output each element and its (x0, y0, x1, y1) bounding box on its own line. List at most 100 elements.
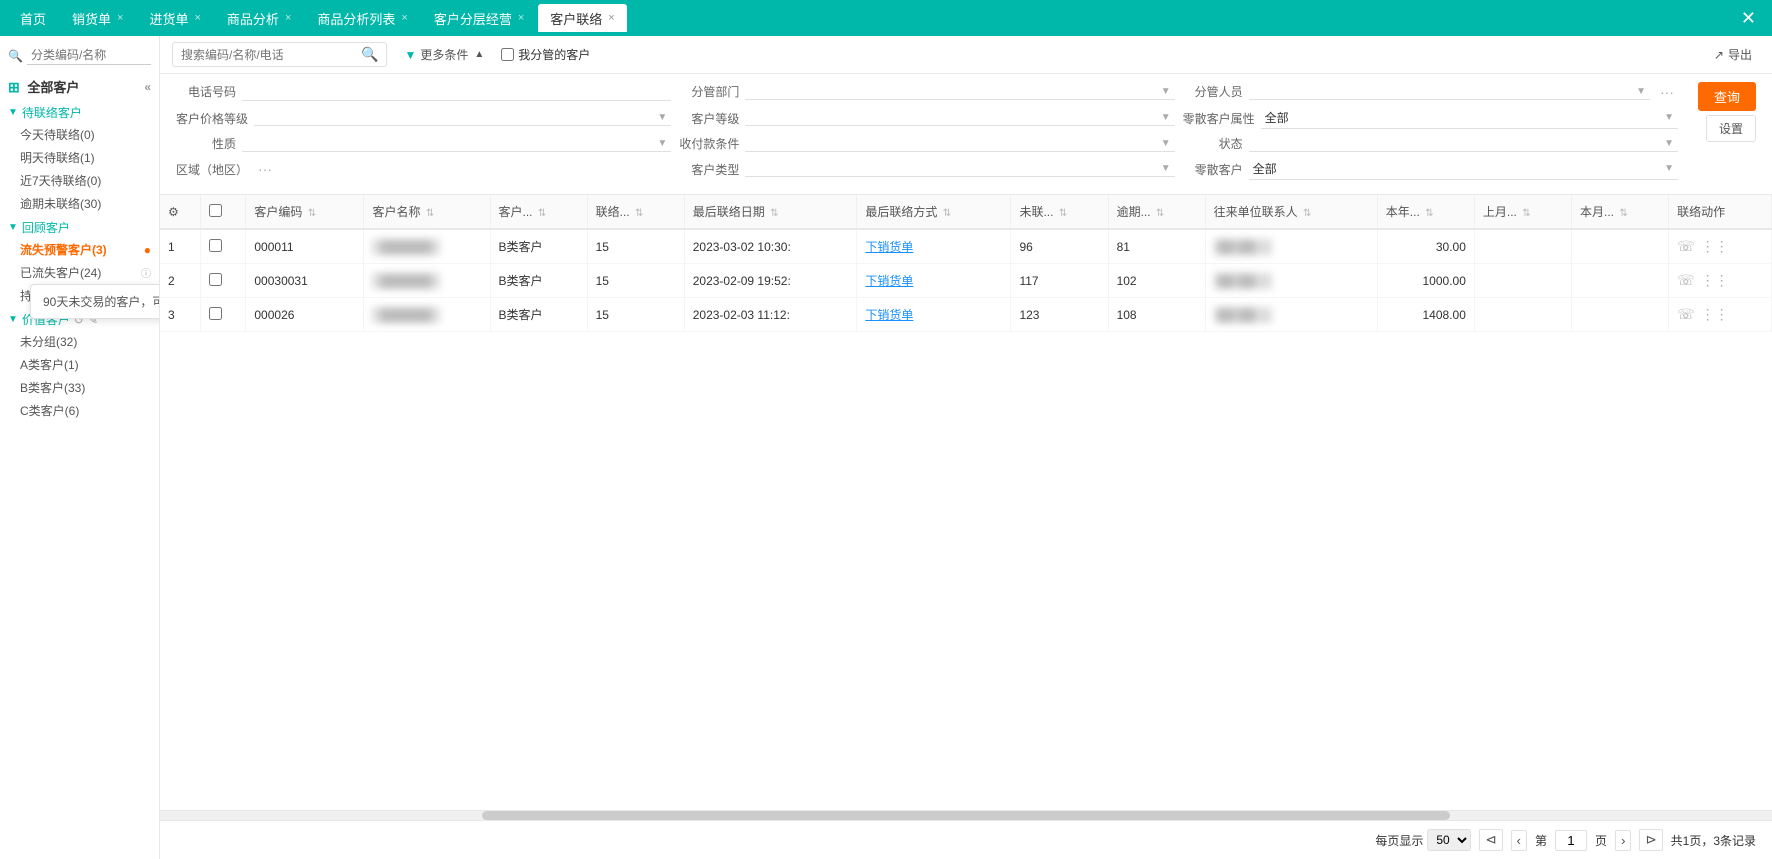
nature-select[interactable]: ▼ (242, 136, 671, 152)
sparse-cust-select[interactable]: 全部 ▼ (1249, 158, 1678, 180)
manager-dots[interactable]: ··· (1656, 84, 1678, 100)
sidebar-item-today-pending[interactable]: 今天待联络(0) (0, 123, 159, 146)
cell-this-year: 30.00 (1377, 229, 1474, 264)
action-more-icon[interactable]: ⋮⋮ (1701, 306, 1729, 323)
col-thisyear-header[interactable]: 本年... ⇅ (1377, 195, 1474, 229)
tab-sales[interactable]: 销货单 × (60, 4, 135, 32)
prev-page-btn[interactable]: ‹ (1511, 830, 1527, 851)
action-call-icon[interactable]: ☏ (1677, 238, 1695, 255)
cell-last-method[interactable]: 下销货单 (857, 264, 1011, 298)
price-level-select[interactable]: ▼ (254, 110, 671, 126)
col-thismonth-header[interactable]: 本月... ⇅ (1572, 195, 1669, 229)
all-customers-label: 全部客户 (27, 80, 79, 95)
cell-custtype: B类客户 (490, 264, 587, 298)
col-lastdate-header[interactable]: 最后联络日期 ⇅ (684, 195, 857, 229)
action-more-icon[interactable]: ⋮⋮ (1701, 272, 1729, 289)
cust-type-select[interactable]: ▼ (745, 161, 1174, 177)
sidebar-item-tomorrow-pending[interactable]: 明天待联络(1) (0, 146, 159, 169)
tab-analysis[interactable]: 商品分析 × (215, 4, 303, 32)
payment-select[interactable]: ▼ (745, 136, 1174, 152)
dept-select[interactable]: ▼ (745, 84, 1174, 100)
col-thismonth-sort-icon: ⇅ (1619, 208, 1627, 219)
window-close-button[interactable]: ✕ (1733, 8, 1764, 29)
cell-last-month (1474, 229, 1571, 264)
search-button[interactable]: 🔍 (361, 46, 378, 63)
next-page-btn[interactable]: › (1615, 830, 1631, 851)
sidebar-item-b-class[interactable]: B类客户(33) (0, 376, 159, 399)
col-contact-header[interactable]: 联络... ⇅ (587, 195, 684, 229)
filter-payment: 收付款条件 ▼ (679, 135, 1174, 152)
all-customers-header[interactable]: ⊞ 全部客户 « (0, 73, 159, 100)
cell-checkbox[interactable] (201, 298, 246, 332)
query-button[interactable]: 查询 (1698, 82, 1756, 111)
tab-customer-contact[interactable]: 客户联络 × (538, 4, 626, 32)
sparse-attr-select[interactable]: 全部 ▼ (1261, 107, 1678, 129)
sidebar-item-7day-pending[interactable]: 近7天待联络(0) (0, 169, 159, 192)
action-call-icon[interactable]: ☏ (1677, 272, 1695, 289)
row-checkbox[interactable] (209, 239, 222, 252)
search-bar: 🔍 (172, 42, 387, 67)
tab-purchase[interactable]: 进货单 × (137, 4, 212, 32)
last-page-btn[interactable]: ⊳ (1639, 829, 1662, 851)
tab-customer-contact-close[interactable]: × (608, 12, 614, 24)
action-call-icon[interactable]: ☏ (1677, 306, 1695, 323)
cell-name: ██████ (364, 298, 490, 332)
page-input[interactable] (1555, 830, 1587, 851)
col-code-header[interactable]: 客户编码 ⇅ (246, 195, 364, 229)
more-conditions-btn[interactable]: ▼ 更多条件 ▲ (395, 42, 493, 67)
col-name-header[interactable]: 客户名称 ⇅ (364, 195, 490, 229)
search-input[interactable] (181, 48, 361, 62)
tab-purchase-close[interactable]: × (194, 12, 200, 24)
sidebar-section-pending[interactable]: ▼ 待联络客户 (0, 100, 159, 123)
tab-sales-close[interactable]: × (117, 12, 123, 24)
manager-select[interactable]: ▼ (1249, 84, 1650, 100)
row-checkbox[interactable] (209, 273, 222, 286)
cell-checkbox[interactable] (201, 229, 246, 264)
phone-input[interactable] (242, 82, 671, 101)
horizontal-scrollbar[interactable] (160, 810, 1772, 820)
action-more-icon[interactable]: ⋮⋮ (1701, 238, 1729, 255)
col-lastmonth-header[interactable]: 上月... ⇅ (1474, 195, 1571, 229)
sidebar-collapse-btn[interactable]: « (144, 80, 151, 94)
cell-last-method[interactable]: 下销货单 (857, 298, 1011, 332)
select-all-checkbox[interactable] (209, 204, 222, 217)
first-page-btn[interactable]: ⊲ (1479, 829, 1502, 851)
tab-customer-segment-close[interactable]: × (518, 12, 524, 24)
col-unlink-sort-icon: ⇅ (1059, 208, 1067, 219)
col-unitcontact-header[interactable]: 往来单位联系人 ⇅ (1205, 195, 1377, 229)
settings-button[interactable]: 设置 (1706, 115, 1756, 142)
filter-row-4: 区域（地区） ··· 客户类型 ▼ 零散客户 (176, 158, 1678, 180)
row-checkbox[interactable] (209, 307, 222, 320)
col-lastmethod-header[interactable]: 最后联络方式 ⇅ (857, 195, 1011, 229)
export-button[interactable]: ↗ 导出 (1706, 43, 1760, 66)
tab-analysis-list-close[interactable]: × (401, 12, 407, 24)
sidebar-section-lost[interactable]: ▼ 回顾客户 (0, 215, 159, 238)
sidebar-item-a-class[interactable]: A类客户(1) (0, 353, 159, 376)
per-page-select[interactable]: 50 (1427, 829, 1471, 851)
scroll-thumb[interactable] (482, 811, 1449, 820)
col-overdue-header[interactable]: 逾期... ⇅ (1108, 195, 1205, 229)
sidebar-item-lost-warning[interactable]: 流失预警客户(3) ● (0, 238, 159, 261)
tab-customer-segment[interactable]: 客户分层经营 × (422, 4, 536, 32)
status-select[interactable]: ▼ (1249, 136, 1678, 152)
sidebar-search-input[interactable] (27, 46, 151, 65)
sidebar-item-c-class[interactable]: C类客户(6) (0, 399, 159, 422)
cell-checkbox[interactable] (201, 264, 246, 298)
col-settings-header[interactable]: ⚙ (160, 195, 201, 229)
cell-last-method[interactable]: 下销货单 (857, 229, 1011, 264)
sparse-attr-chevron-icon: ▼ (1664, 112, 1674, 123)
column-settings-icon[interactable]: ⚙ (168, 205, 179, 219)
sidebar-item-already-lost[interactable]: 已流失客户(24) ⓘ (0, 261, 159, 284)
my-customers-checkbox-label[interactable]: 我分管的客户 (501, 46, 590, 63)
tab-home[interactable]: 首页 (8, 4, 58, 32)
my-customers-checkbox[interactable] (501, 48, 514, 61)
col-checkbox-header[interactable] (201, 195, 246, 229)
col-unlink-header[interactable]: 未联... ⇅ (1011, 195, 1108, 229)
tab-analysis-list[interactable]: 商品分析列表 × (305, 4, 419, 32)
region-dots[interactable]: ··· (254, 161, 276, 177)
cust-level-select[interactable]: ▼ (745, 110, 1174, 126)
sidebar-item-ungrouped[interactable]: 未分组(32) (0, 330, 159, 353)
tab-analysis-close[interactable]: × (285, 12, 291, 24)
col-custtype-header[interactable]: 客户... ⇅ (490, 195, 587, 229)
sidebar-item-overdue-pending[interactable]: 逾期未联络(30) (0, 192, 159, 215)
